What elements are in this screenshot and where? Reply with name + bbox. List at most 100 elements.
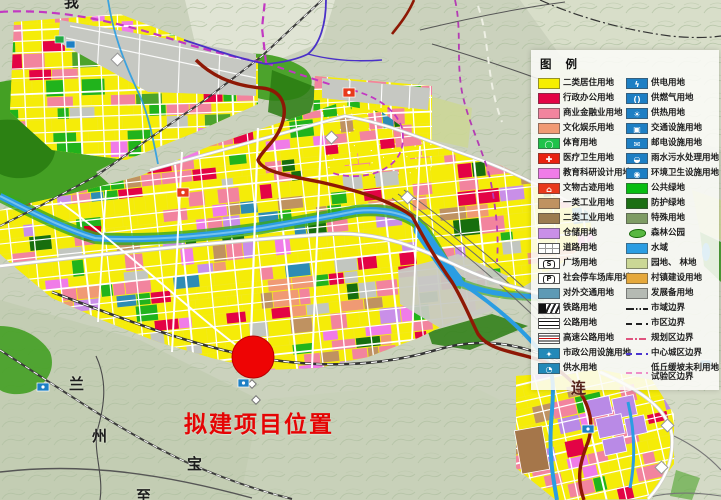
legend-swatch: ϟ <box>626 78 648 89</box>
legend-swatch: ◉ <box>626 168 648 179</box>
legend-item-label: 商业金融业用地 <box>563 107 623 118</box>
legend-swatch <box>538 318 560 329</box>
legend-swatch <box>538 123 560 134</box>
legend-swatch <box>538 213 560 224</box>
legend-item: 公共绿地 <box>626 181 719 196</box>
legend-swatch <box>538 228 560 239</box>
legend-item: 高速公路用地 <box>538 331 626 346</box>
legend-item-label: 雨水污水处理用地 <box>651 152 720 163</box>
legend-item: 村镇建设用地 <box>626 271 719 286</box>
legend-item: 防护绿地 <box>626 196 719 211</box>
legend-item: ◒ 雨水污水处理用地 <box>626 151 719 166</box>
legend-item: ◯ 体育用地 <box>538 136 626 151</box>
legend-item-label: 二类工业用地 <box>563 212 615 223</box>
legend-item-label: 市政公用设施用地 <box>563 347 632 358</box>
legend-item: 商业金融业用地 <box>538 106 626 121</box>
legend-item: 园地、 林地 <box>626 256 719 271</box>
legend-item: P 社会停车场库用地 <box>538 271 631 286</box>
legend-item-label: 道路用地 <box>563 242 598 253</box>
legend-item-label: 公共绿地 <box>651 182 686 193</box>
legend-item-label: 仓储用地 <box>563 227 598 238</box>
legend-item: 市域边界 <box>626 301 719 316</box>
legend-item-label: 供热用地 <box>651 107 686 118</box>
legend-item-label: 特殊用地 <box>651 212 686 223</box>
legend-item: () 供燃气用地 <box>626 91 719 106</box>
legend-swatch <box>538 333 560 344</box>
legend-item: ◔ 供水用地 <box>538 361 626 376</box>
legend-swatch: ✦ <box>538 348 560 359</box>
legend-item: 规划区边界 <box>626 331 719 346</box>
legend-item-label: 教育科研设计用地 <box>563 167 632 178</box>
legend-swatch: ◯ <box>538 138 560 149</box>
legend-swatch <box>626 348 648 359</box>
legend-item-label: 体育用地 <box>563 137 598 148</box>
legend-title: 图 例 <box>540 57 583 71</box>
legend-item-label: 供电用地 <box>651 77 686 88</box>
legend-item-label: 供水用地 <box>563 362 598 373</box>
legend-item: ✉ 邮电设施用地 <box>626 136 719 151</box>
legend-item: 教育科研设计用地 <box>538 166 631 181</box>
place-label-bao: 宝 <box>187 455 203 473</box>
legend-item: S 广场用地 <box>538 256 626 271</box>
legend-swatch <box>626 368 648 379</box>
legend-item: 中心城区边界 <box>626 346 719 361</box>
legend-item: 二类工业用地 <box>538 211 626 226</box>
legend-item-label: 医疗卫生用地 <box>563 152 615 163</box>
legend-item-label: 水域 <box>651 242 669 253</box>
legend-swatch: ✚ <box>538 153 560 164</box>
legend-swatch: ☀ <box>626 108 648 119</box>
legend-item-label: 行政办公用地 <box>563 92 615 103</box>
legend-item-label: 防护绿地 <box>651 197 686 208</box>
legend-item-label: 供燃气用地 <box>651 92 694 103</box>
legend-item-label: 交通设施用地 <box>651 122 703 133</box>
legend-item: ✦ 市政公用设施用地 <box>538 346 631 361</box>
legend-swatch: ⌂ <box>538 183 560 194</box>
planning-map-screenshot: 图 例 二类居住用地 行政办公用地 商业金融业用地 文化娱乐用地 ◯ 体育用地 ✚ 医疗卫生用… <box>0 0 721 500</box>
legend-item-label: 市域边界 <box>651 302 686 313</box>
legend-item: 二类居住用地 <box>538 76 626 91</box>
legend-swatch: ✉ <box>626 138 648 149</box>
place-label-zhi: 至 <box>136 487 152 500</box>
legend-item-label: 公路用地 <box>563 317 598 328</box>
legend-swatch <box>538 303 560 314</box>
project-location-label: 拟建项目位置 <box>184 412 334 438</box>
legend-swatch: ◒ <box>626 153 648 164</box>
legend-item-label: 环境卫生设施用地 <box>651 167 720 178</box>
legend-item: 市区边界 <box>626 316 719 331</box>
legend-column-right: ϟ 供电用地() 供燃气用地 ☀ 供热用地 ▣ 交通设施用地 ✉ 邮电设施用地 ◒ 雨水污水处理用地… <box>626 76 719 385</box>
legend-item-label: 村镇建设用地 <box>651 272 703 283</box>
legend-swatch: P <box>538 273 560 284</box>
legend-item: 铁路用地 <box>538 301 626 316</box>
legend-item: 仓储用地 <box>538 226 626 241</box>
legend-item: ▣ 交通设施用地 <box>626 121 719 136</box>
legend-item: ☀ 供热用地 <box>626 106 719 121</box>
legend-swatch <box>538 93 560 104</box>
legend-item-label: 文物古迹用地 <box>563 182 615 193</box>
legend-item: 公路用地 <box>538 316 626 331</box>
legend-swatch <box>626 333 648 344</box>
legend-item-label: 对外交通用地 <box>563 287 615 298</box>
legend-swatch <box>538 288 560 299</box>
legend-item-label: 铁路用地 <box>563 302 598 313</box>
legend-item-label: 文化娱乐用地 <box>563 122 615 133</box>
legend-swatch <box>626 318 648 329</box>
legend-item-label: 园地、 林地 <box>651 257 697 268</box>
legend-swatch <box>538 108 560 119</box>
legend-item-label: 低丘缓坡未利用地 试验区边界 <box>651 362 720 382</box>
legend-item: 低丘缓坡未利用地 试验区边界 <box>626 361 719 385</box>
legend-item: ◉ 环境卫生设施用地 <box>626 166 719 181</box>
legend-swatch <box>626 303 648 314</box>
legend-column-left: 二类居住用地 行政办公用地 商业金融业用地 文化娱乐用地 ◯ 体育用地 ✚ 医疗卫生用地 教育科… <box>538 76 631 385</box>
legend-item-label: 一类工业用地 <box>563 197 615 208</box>
legend-swatch: ▣ <box>626 123 648 134</box>
legend-item-label: 森林公园 <box>651 227 686 238</box>
legend-item: 文化娱乐用地 <box>538 121 626 136</box>
legend-item-label: 邮电设施用地 <box>651 137 703 148</box>
legend-swatch: S <box>538 258 560 269</box>
legend-item: 一类工业用地 <box>538 196 626 211</box>
legend-item-label: 中心城区边界 <box>651 347 703 358</box>
legend-item: 对外交通用地 <box>538 286 626 301</box>
legend-swatch <box>538 198 560 209</box>
legend-item-label: 广场用地 <box>563 257 598 268</box>
place-label-zhou: 州 <box>92 427 108 445</box>
